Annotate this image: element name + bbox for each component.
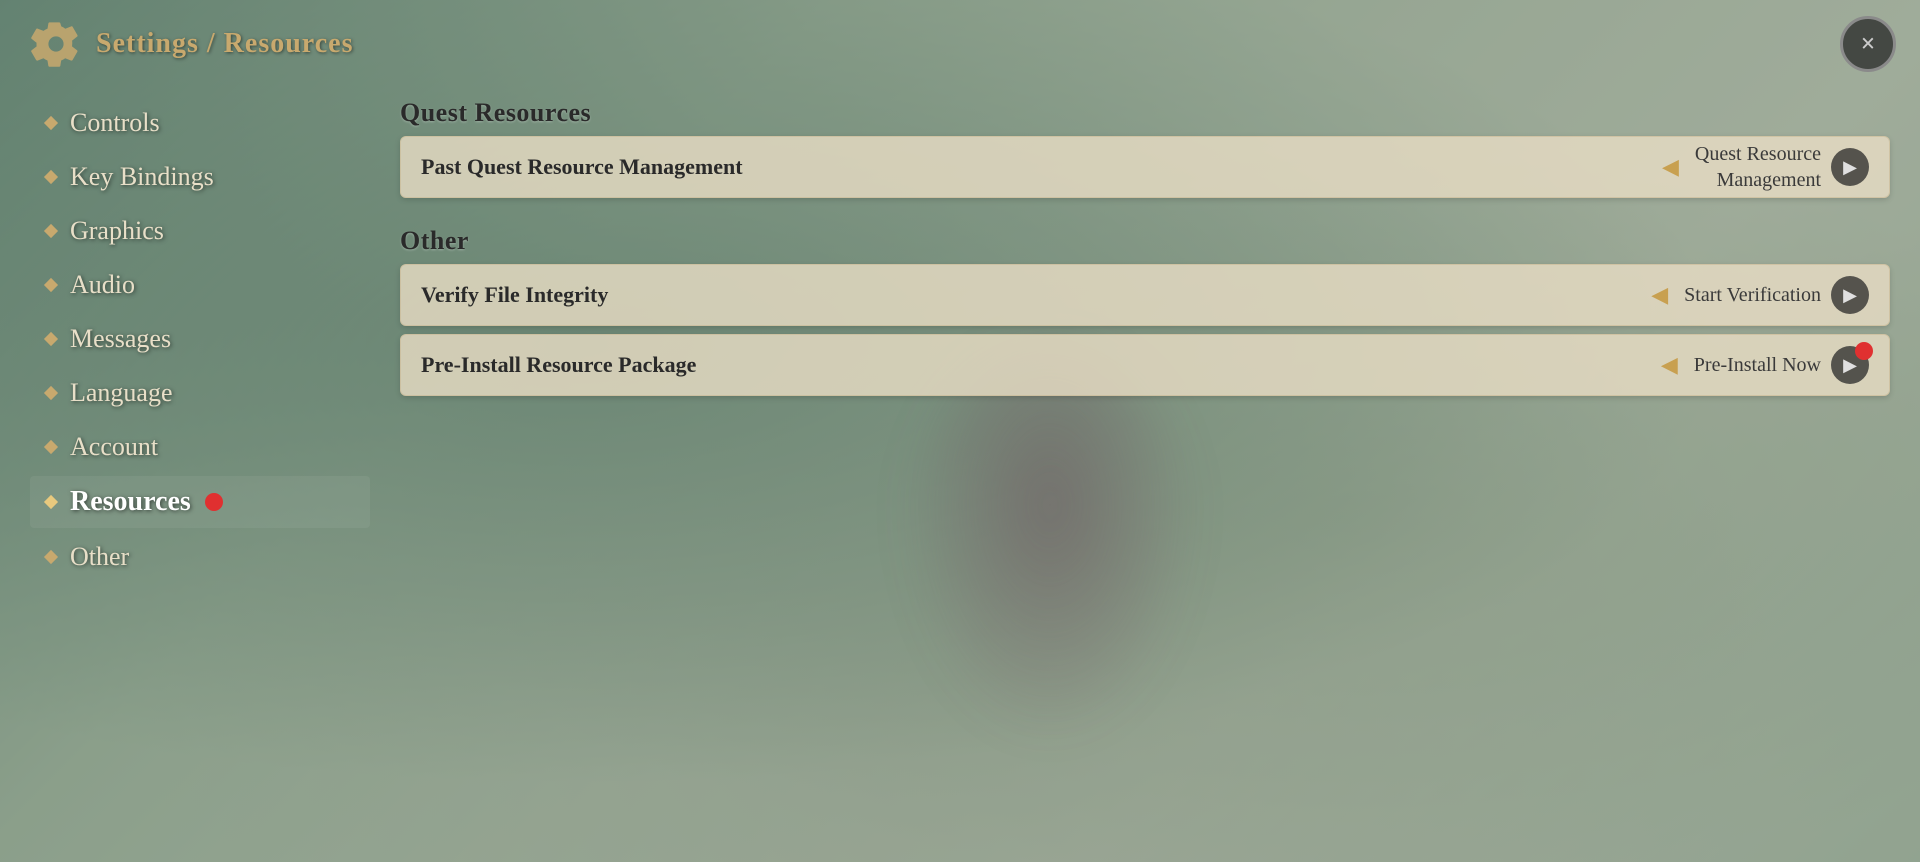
main-content: Controls Key Bindings Graphics Audio Mes… xyxy=(0,88,1920,862)
past-quest-resource-row[interactable]: Past Quest Resource Management ◀ Quest R… xyxy=(400,136,1890,198)
diamond-icon xyxy=(44,495,58,509)
pre-install-resource-label: Pre-Install Resource Package xyxy=(421,352,1661,378)
sidebar-item-controls[interactable]: Controls xyxy=(30,98,370,148)
arrow-left-icon: ◀ xyxy=(1661,352,1678,378)
pre-install-resource-row[interactable]: Pre-Install Resource Package ◀ Pre-Insta… xyxy=(400,334,1890,396)
diamond-icon xyxy=(44,332,58,346)
past-quest-resource-label: Past Quest Resource Management xyxy=(421,154,1662,180)
pre-install-value: Pre-Install Now xyxy=(1694,352,1821,378)
sidebar-item-label: Language xyxy=(70,378,173,408)
sidebar-item-label: Resources xyxy=(70,486,191,518)
sidebar-item-other[interactable]: Other xyxy=(30,532,370,582)
sidebar-item-label: Controls xyxy=(70,108,160,138)
past-quest-resource-controls: ◀ Quest ResourceManagement ▶ xyxy=(1662,141,1869,193)
quest-resources-section: Quest Resources Past Quest Resource Mana… xyxy=(400,98,1890,206)
verify-file-controls: ◀ Start Verification ▶ xyxy=(1651,276,1869,314)
diamond-icon xyxy=(44,116,58,130)
pre-install-controls: ◀ Pre-Install Now ▶ xyxy=(1661,346,1869,384)
sidebar-item-label: Account xyxy=(70,432,158,462)
header-title: Settings / Resources xyxy=(96,28,353,60)
section-title-quest-resources: Quest Resources xyxy=(400,98,1890,128)
settings-panel: Settings / Resources × Controls Key Bind… xyxy=(0,0,1920,862)
sidebar-item-account[interactable]: Account xyxy=(30,422,370,472)
diamond-icon xyxy=(44,278,58,292)
diamond-icon xyxy=(44,550,58,564)
notification-badge xyxy=(205,493,223,511)
sidebar-item-audio[interactable]: Audio xyxy=(30,260,370,310)
header: Settings / Resources xyxy=(0,0,1920,88)
diamond-icon xyxy=(44,386,58,400)
sidebar-item-graphics[interactable]: Graphics xyxy=(30,206,370,256)
verify-file-integrity-row[interactable]: Verify File Integrity ◀ Start Verificati… xyxy=(400,264,1890,326)
sidebar-item-messages[interactable]: Messages xyxy=(30,314,370,364)
sidebar-item-key-bindings[interactable]: Key Bindings xyxy=(30,152,370,202)
past-quest-resource-value: Quest ResourceManagement xyxy=(1695,141,1821,193)
diamond-icon xyxy=(44,224,58,238)
arrow-btn-wrapper: ▶ xyxy=(1831,346,1869,384)
close-button[interactable]: × xyxy=(1840,16,1896,72)
sidebar: Controls Key Bindings Graphics Audio Mes… xyxy=(30,88,370,832)
verify-file-value: Start Verification xyxy=(1684,282,1821,308)
arrow-right-button[interactable]: ▶ xyxy=(1831,148,1869,186)
sidebar-item-label: Graphics xyxy=(70,216,164,246)
sidebar-item-label: Audio xyxy=(70,270,135,300)
content-area: Quest Resources Past Quest Resource Mana… xyxy=(400,88,1890,832)
diamond-icon xyxy=(44,170,58,184)
sidebar-item-label: Other xyxy=(70,542,129,572)
verify-file-integrity-label: Verify File Integrity xyxy=(421,282,1651,308)
other-resources-section: Other Verify File Integrity ◀ Start Veri… xyxy=(400,226,1890,404)
sidebar-item-language[interactable]: Language xyxy=(30,368,370,418)
pre-install-notification-badge xyxy=(1855,342,1873,360)
sidebar-item-resources[interactable]: Resources xyxy=(30,476,370,528)
arrow-left-icon: ◀ xyxy=(1662,154,1679,180)
arrow-left-icon: ◀ xyxy=(1651,282,1668,308)
sidebar-item-label: Messages xyxy=(70,324,171,354)
section-title-other: Other xyxy=(400,226,1890,256)
arrow-right-button[interactable]: ▶ xyxy=(1831,276,1869,314)
gear-icon xyxy=(30,18,82,70)
sidebar-item-label: Key Bindings xyxy=(70,162,214,192)
diamond-icon xyxy=(44,440,58,454)
